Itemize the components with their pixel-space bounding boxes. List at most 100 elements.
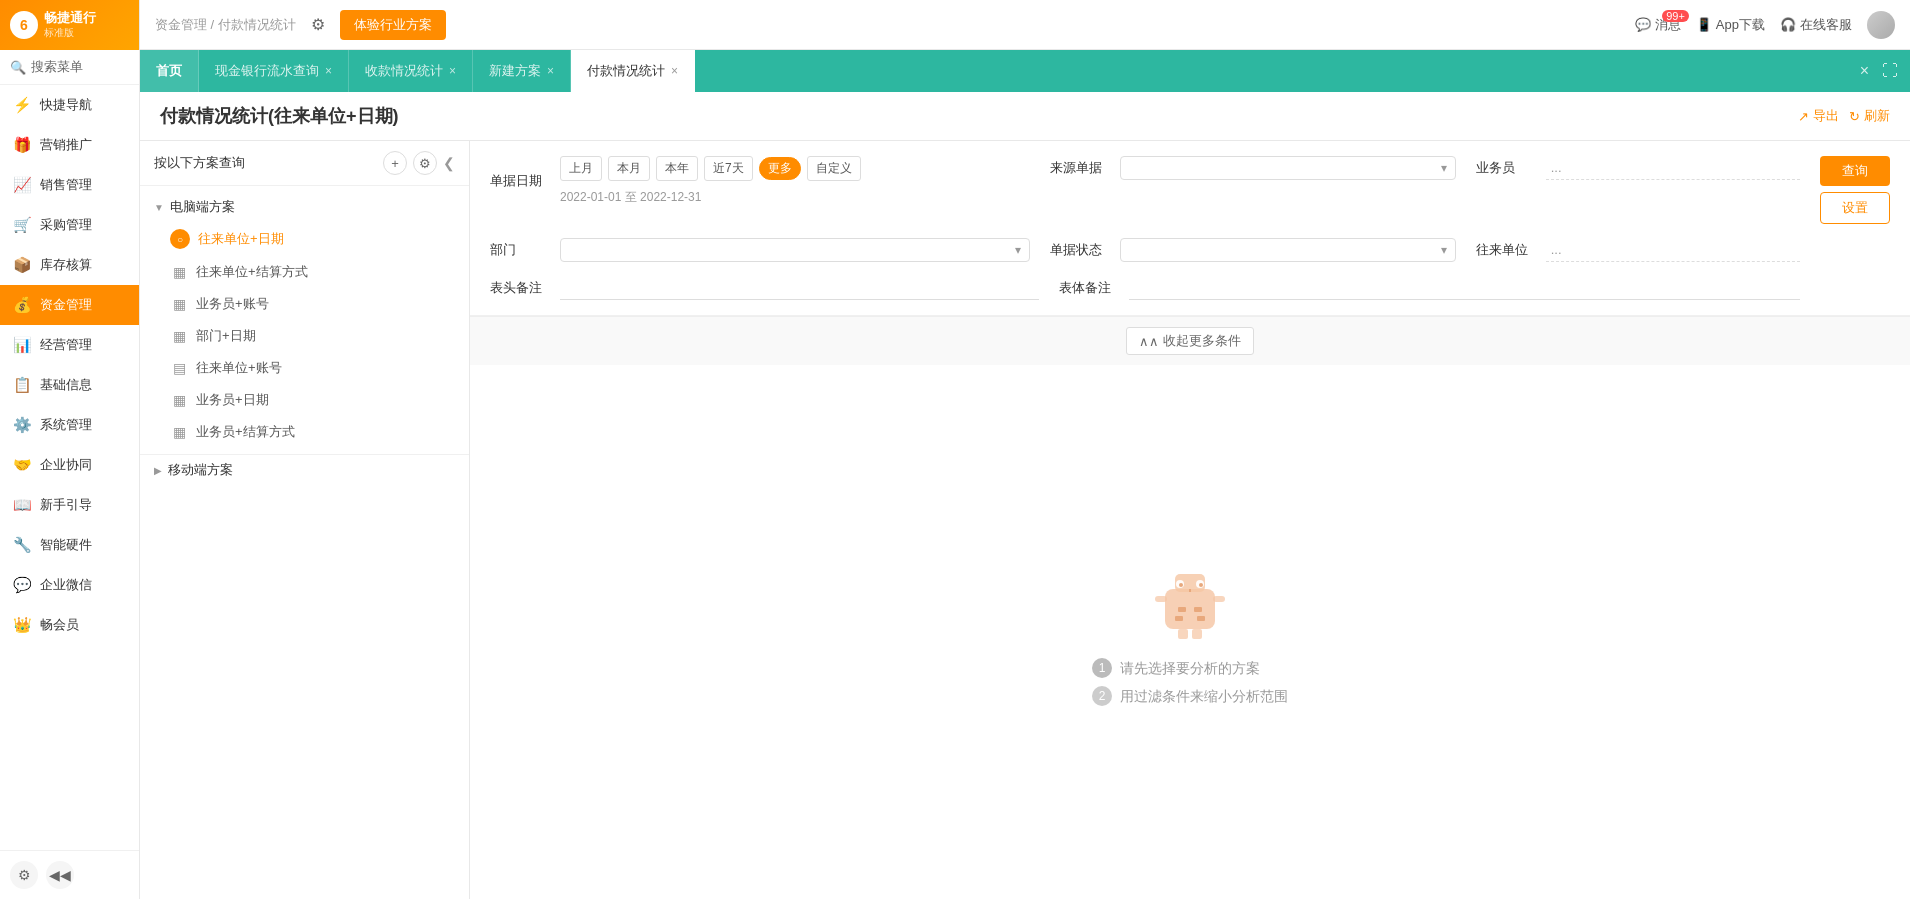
sidebar-collapse-btn[interactable]: ◀◀ [46,861,74,889]
sidebar-item-member[interactable]: 👑 畅会员 [0,605,139,645]
sidebar-settings-btn[interactable]: ⚙ [10,861,38,889]
tab-receipt-stats[interactable]: 收款情况统计 × [349,50,473,92]
scheme-item-active-icon: ○ [170,229,190,249]
salesman-input[interactable]: ... [1546,156,1800,180]
dept-select[interactable]: ▾ [560,238,1030,262]
sidebar-item-purchase[interactable]: 🛒 采购管理 [0,205,139,245]
sales-icon: 📈 [12,175,32,195]
scheme-mobile-header[interactable]: ▶ 移动端方案 [140,454,469,485]
wechat-icon: 💬 [12,575,32,595]
export-btn[interactable]: ↗ 导出 [1798,107,1839,125]
svg-rect-9 [1175,616,1183,621]
scheme-add-btn[interactable]: + [383,151,407,175]
trial-btn[interactable]: 体验行业方案 [340,10,446,40]
service-icon: 🎧 [1780,17,1796,32]
date-last-month-btn[interactable]: 上月 [560,156,602,181]
date-buttons: 上月 本月 本年 近7天 更多 自定义 2022-01-0 [560,156,1008,206]
date-7days-btn[interactable]: 近7天 [704,156,753,181]
dept-select-arrow: ▾ [1015,243,1021,257]
sidebar-item-system[interactable]: ⚙️ 系统管理 [0,405,139,445]
collapse-icon: ∧∧ [1139,334,1159,349]
logo-icon: 6 [10,11,38,39]
sidebar-item-wechat[interactable]: 💬 企业微信 [0,565,139,605]
scheme-desktop-header[interactable]: ▼ 电脑端方案 [140,192,469,222]
scheme-item-salesman-date[interactable]: ▦ 业务员+日期 [140,384,469,416]
tabs-maximize-btn[interactable]: ⛶ [1878,58,1902,84]
empty-robot-icon [1140,554,1240,654]
scheme-item-salesman-settle[interactable]: ▦ 业务员+结算方式 [140,416,469,448]
app-icon: 📱 [1696,17,1712,32]
sidebar-item-hardware[interactable]: 🔧 智能硬件 [0,525,139,565]
message-btn[interactable]: 💬 消息 99+ [1635,16,1681,34]
svg-rect-13 [1178,629,1188,639]
sidebar-item-guide[interactable]: 📖 新手引导 [0,485,139,525]
scheme-item-dept-date[interactable]: ▦ 部门+日期 [140,320,469,352]
date-range-text: 2022-01-01 至 2022-12-31 [560,190,701,204]
tab-cash-flow[interactable]: 现金银行流水查询 × [199,50,349,92]
scheme-settings-btn[interactable]: ⚙ [413,151,437,175]
sidebar-item-operations[interactable]: 📊 经营管理 [0,325,139,365]
user-avatar[interactable] [1867,11,1895,39]
app-download-btn[interactable]: 📱 App下载 [1696,16,1765,34]
desktop-arrow-icon: ▼ [154,202,164,213]
sidebar-item-enterprise[interactable]: 🤝 企业协同 [0,445,139,485]
sidebar-item-inventory[interactable]: 📦 库存核算 [0,245,139,285]
page-header: 付款情况统计(往来单位+日期) ↗ 导出 ↻ 刷新 [140,92,1910,141]
more-conditions-bar: ∧∧ 收起更多条件 [470,316,1910,365]
tab-new-scheme[interactable]: 新建方案 × [473,50,571,92]
search-icon: 🔍 [10,60,26,75]
right-panel: 单据日期 上月 本月 本年 近7天 更多 [470,141,1910,899]
scheme-panel-header: 按以下方案查询 + ⚙ ❮ [140,141,469,186]
scheme-collapse-btn[interactable]: ❮ [443,155,455,171]
tab-payment-stats[interactable]: 付款情况统计 × [571,50,695,92]
empty-tips: 1 请先选择要分析的方案 2 用过滤条件来缩小分析范围 [1092,654,1288,710]
sidebar-item-basic-info[interactable]: 📋 基础信息 [0,365,139,405]
sidebar-item-finance[interactable]: 💰 资金管理 [0,285,139,325]
sidebar-item-marketing[interactable]: 🎁 营销推广 [0,125,139,165]
tabs-close-btn[interactable]: × [1856,58,1873,84]
date-this-month-btn[interactable]: 本月 [608,156,650,181]
settings-btn[interactable]: 设置 [1820,192,1890,224]
empty-tip-1: 1 请先选择要分析的方案 [1092,654,1288,682]
query-btn[interactable]: 查询 [1820,156,1890,186]
service-btn[interactable]: 🎧 在线客服 [1780,16,1852,34]
date-custom-btn[interactable]: 自定义 [807,156,861,181]
refresh-icon: ↻ [1849,109,1860,124]
date-this-year-btn[interactable]: 本年 [656,156,698,181]
scheme-item-partner-account[interactable]: ▤ 往来单位+账号 [140,352,469,384]
header-note-input[interactable] [560,276,1039,300]
tab-payment-stats-close[interactable]: × [671,64,678,78]
tab-new-scheme-close[interactable]: × [547,64,554,78]
svg-rect-14 [1192,629,1202,639]
scheme-item-partner-settle[interactable]: ▦ 往来单位+结算方式 [140,256,469,288]
collapse-conditions-btn[interactable]: ∧∧ 收起更多条件 [1126,327,1254,355]
sidebar-item-sales[interactable]: 📈 销售管理 [0,165,139,205]
body-note-input[interactable] [1129,276,1800,300]
logo-text: 畅捷通行 标准版 [44,10,96,40]
tab-receipt-stats-close[interactable]: × [449,64,456,78]
message-badge: 99+ [1662,10,1689,22]
sidebar-search[interactable]: 🔍 搜索菜单 [0,50,139,85]
hardware-icon: 🔧 [12,535,32,555]
topbar-settings-icon[interactable]: ⚙ [311,15,325,34]
source-select[interactable]: ▾ [1120,156,1455,180]
page-actions: ↗ 导出 ↻ 刷新 [1798,107,1890,125]
empty-tip-2: 2 用过滤条件来缩小分析范围 [1092,682,1288,710]
svg-point-5 [1179,583,1183,587]
message-icon: 💬 [1635,17,1651,32]
tab-home[interactable]: 首页 [140,50,199,92]
partner-input[interactable]: ... [1546,238,1800,262]
doc-status-select[interactable]: ▾ [1120,238,1455,262]
filter-date-control: 上月 本月 本年 近7天 更多 自定义 2022-01-0 [560,156,1030,206]
scheme-item-salesman-account[interactable]: ▦ 业务员+账号 [140,288,469,320]
date-more-btn[interactable]: 更多 [759,157,801,180]
svg-rect-11 [1155,596,1167,602]
scheme-item-partner-date[interactable]: ○ 往来单位+日期 [140,222,469,256]
filter-row-1: 单据日期 上月 本月 本年 近7天 更多 [490,156,1890,224]
sidebar-item-quick-nav[interactable]: ⚡ 快捷导航 [0,85,139,125]
refresh-btn[interactable]: ↻ 刷新 [1849,107,1890,125]
purchase-icon: 🛒 [12,215,32,235]
tab-cash-flow-close[interactable]: × [325,64,332,78]
member-icon: 👑 [12,615,32,635]
sidebar: 6 畅捷通行 标准版 🔍 搜索菜单 ⚡ 快捷导航 🎁 营销推广 📈 销售管理 [0,0,140,899]
